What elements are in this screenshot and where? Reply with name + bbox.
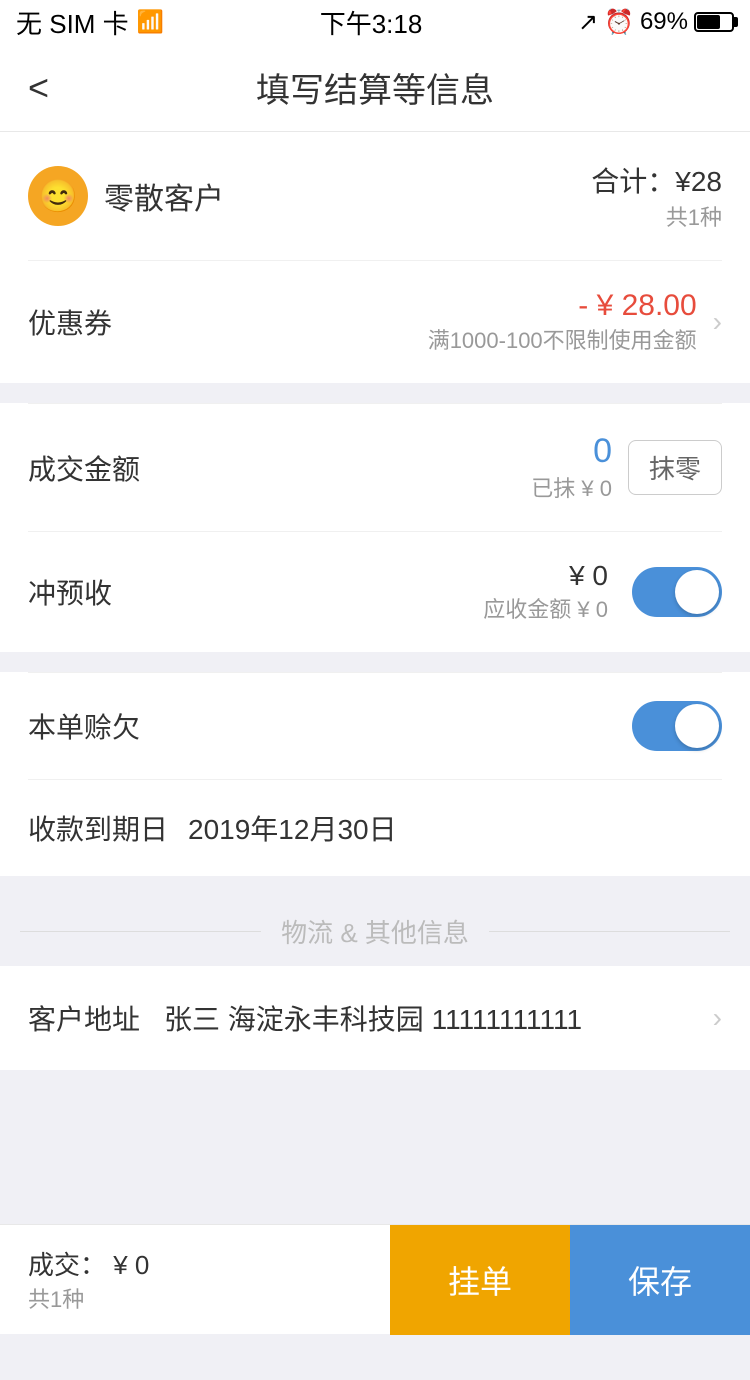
customer-row: 😊 零散客户 合计：¥28 共1种 (28, 132, 722, 260)
total-count: 共1种 (591, 200, 722, 232)
coupon-desc: 满1000-100不限制使用金额 (428, 323, 697, 355)
round-button[interactable]: 抹零 (628, 440, 722, 495)
carrier-label: 无 SIM 卡 (16, 4, 129, 41)
time-label: 下午3:18 (320, 4, 423, 41)
back-button[interactable]: < (28, 67, 49, 109)
footer-count: 共1种 (28, 1282, 362, 1314)
section-divider-text: 物流 & 其他信息 (281, 913, 469, 950)
deal-amount-values: 0 已抹 ¥ 0 (531, 432, 612, 503)
footer-deal-value: ¥ 0 (113, 1250, 149, 1280)
footer-deal: 成交： ¥ 0 (28, 1245, 362, 1282)
save-button[interactable]: 保存 (570, 1225, 750, 1335)
status-left: 无 SIM 卡 📶 (16, 4, 164, 41)
footer-deal-label: 成交： (28, 1250, 106, 1280)
total-info: 合计：¥28 共1种 (591, 160, 722, 232)
section-gap-1 (0, 383, 750, 403)
debt-label: 本单赊欠 (28, 706, 140, 746)
battery-fill (697, 15, 720, 29)
section-divider: 物流 & 其他信息 (0, 896, 750, 966)
debt-toggle[interactable] (632, 701, 722, 751)
divider-line-left (20, 931, 261, 932)
divider-line-right (489, 931, 730, 932)
total-price: 合计：¥28 (591, 160, 722, 200)
debt-section: 本单赊欠 收款到期日 2019年12月30日 (0, 672, 750, 876)
address-section: 客户地址 张三 海淀永丰科技园 11111111111 › (0, 966, 750, 1070)
customer-name: 零散客户 (104, 174, 224, 218)
pending-button[interactable]: 挂单 (390, 1225, 570, 1335)
deal-section: 成交金额 0 已抹 ¥ 0 抹零 冲预收 ¥ 0 应收金额 ¥ 0 (0, 403, 750, 652)
chevron-right-icon: › (713, 306, 722, 338)
coupon-amount: - ¥ 28.00 (428, 289, 697, 323)
customer-section: 😊 零散客户 合计：¥28 共1种 优惠券 - ¥ 28.00 满1000-10… (0, 132, 750, 383)
deal-amount-row: 成交金额 0 已抹 ¥ 0 抹零 (28, 403, 722, 531)
prepay-values: ¥ 0 应收金额 ¥ 0 (483, 560, 608, 624)
status-right: ↗ ⏰ 69% (578, 8, 734, 37)
prepay-right: ¥ 0 应收金额 ¥ 0 (483, 560, 722, 624)
coupon-row[interactable]: 优惠券 - ¥ 28.00 满1000-100不限制使用金额 › (28, 260, 722, 383)
prepay-toggle[interactable] (632, 567, 722, 617)
coupon-label: 优惠券 (28, 302, 112, 342)
location-icon: ↗ (578, 8, 598, 37)
prepay-amount: ¥ 0 (483, 560, 608, 592)
debt-toggle-knob (675, 704, 719, 748)
due-date-value: 2019年12月30日 (188, 808, 397, 848)
address-label: 客户地址 (28, 998, 140, 1038)
section-gap-3 (0, 876, 750, 896)
due-date-label: 收款到期日 (28, 808, 168, 848)
footer-info: 成交： ¥ 0 共1种 (0, 1245, 390, 1314)
debt-row: 本单赊欠 (28, 672, 722, 779)
nav-bar: < 填写结算等信息 (0, 44, 750, 132)
deal-amount-sub: 已抹 ¥ 0 (531, 471, 612, 503)
battery-percent: 69% (640, 8, 688, 36)
main-content: 😊 零散客户 合计：¥28 共1种 优惠券 - ¥ 28.00 满1000-10… (0, 132, 750, 1380)
address-row[interactable]: 客户地址 张三 海淀永丰科技园 11111111111 › (28, 966, 722, 1070)
coupon-values: - ¥ 28.00 满1000-100不限制使用金额 (428, 289, 697, 355)
prepay-sub: 应收金额 ¥ 0 (483, 592, 608, 624)
prepay-label: 冲预收 (28, 572, 112, 612)
prepay-row: 冲预收 ¥ 0 应收金额 ¥ 0 (28, 531, 722, 652)
section-gap-2 (0, 652, 750, 672)
alarm-icon: ⏰ (604, 8, 634, 37)
address-value: 张三 海淀永丰科技园 11111111111 (164, 998, 713, 1038)
toggle-knob (675, 570, 719, 614)
coupon-right: - ¥ 28.00 满1000-100不限制使用金额 › (428, 289, 722, 355)
deal-amount-value: 0 (531, 432, 612, 471)
address-chevron-icon: › (713, 1002, 722, 1034)
page-title: 填写结算等信息 (256, 63, 494, 112)
deal-amount-right: 0 已抹 ¥ 0 抹零 (531, 432, 722, 503)
customer-left: 😊 零散客户 (28, 166, 224, 226)
avatar-icon: 😊 (38, 177, 78, 215)
battery-icon (694, 12, 734, 32)
footer: 成交： ¥ 0 共1种 挂单 保存 (0, 1224, 750, 1334)
customer-avatar: 😊 (28, 166, 88, 226)
status-bar: 无 SIM 卡 📶 下午3:18 ↗ ⏰ 69% (0, 0, 750, 44)
wifi-icon: 📶 (137, 9, 164, 35)
due-date-row: 收款到期日 2019年12月30日 (28, 779, 722, 876)
deal-amount-label: 成交金额 (28, 448, 140, 488)
